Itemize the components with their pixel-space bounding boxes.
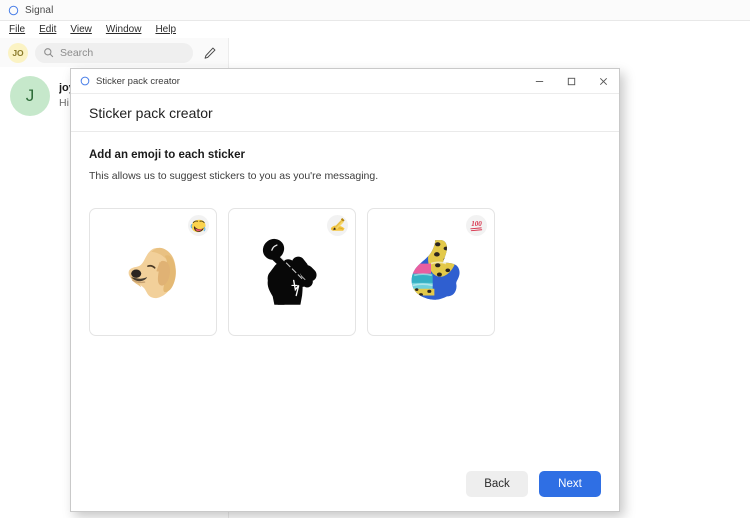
next-button[interactable]: Next [539, 471, 601, 497]
search-icon [43, 47, 54, 58]
menu-item-help-label: Help [155, 24, 177, 35]
rolling-on-the-floor-laughing-emoji[interactable] [188, 215, 209, 236]
section-subtitle: This allows us to suggest stickers to yo… [89, 170, 379, 182]
section-title: Add an emoji to each sticker [89, 149, 245, 161]
patterned-thumbs-up-sticker [411, 239, 460, 300]
sticker-card-list: 100 [89, 208, 601, 336]
dialog-titlebar: Sticker pack creator [71, 69, 619, 94]
dialog-footer: Back Next [71, 457, 619, 511]
signal-desktop-window: Signal File Edit View Window Help JO Sea… [0, 0, 750, 518]
menu-item-view-label: View [70, 24, 92, 35]
minimize-icon[interactable] [523, 69, 555, 94]
sticker-card[interactable] [89, 208, 217, 336]
fist-holding-microphone-sticker [262, 238, 317, 305]
hundred-points-emoji[interactable]: 100 [466, 215, 487, 236]
maximize-icon[interactable] [555, 69, 587, 94]
svg-text:100: 100 [471, 220, 482, 228]
pencil-icon[interactable] [200, 43, 220, 63]
dialog-title: Sticker pack creator [96, 75, 180, 87]
sticker-card[interactable]: 100 [367, 208, 495, 336]
golden-retriever-dog-sticker [128, 247, 176, 299]
avatar: J [10, 75, 50, 116]
close-icon[interactable] [587, 69, 619, 94]
sticker-card[interactable] [228, 208, 356, 336]
dialog-header: Sticker pack creator [71, 94, 619, 132]
profile-avatar[interactable]: JO [8, 42, 28, 63]
search-placeholder: Search [60, 46, 94, 59]
sticker-pack-creator-dialog: Sticker pack creator Sticker pack creato… [70, 68, 620, 512]
window-title: Signal [25, 4, 54, 16]
sidebar-search-row: JO Search [0, 38, 228, 67]
menu-item-window-label: Window [105, 24, 142, 35]
menu-item-view[interactable]: View [70, 24, 92, 35]
dialog-body: Add an emoji to each sticker This allows… [71, 132, 619, 457]
window-titlebar: Signal [0, 0, 750, 21]
menu-item-edit[interactable]: Edit [39, 24, 56, 35]
menubar: File Edit View Window Help [0, 21, 750, 38]
back-button[interactable]: Back [466, 471, 528, 497]
signal-logo-icon [8, 5, 19, 16]
window-controls [523, 69, 619, 94]
menu-item-file[interactable]: File [9, 24, 25, 35]
dialog-heading: Sticker pack creator [89, 104, 213, 121]
signal-logo-icon [80, 76, 90, 86]
writing-hand-emoji[interactable] [327, 215, 348, 236]
menu-item-window[interactable]: Window [106, 24, 142, 35]
search-input[interactable]: Search [35, 42, 193, 63]
menu-item-edit-label: Edit [39, 24, 57, 35]
menu-item-help[interactable]: Help [155, 24, 176, 35]
menu-item-file-label: File [9, 24, 26, 35]
